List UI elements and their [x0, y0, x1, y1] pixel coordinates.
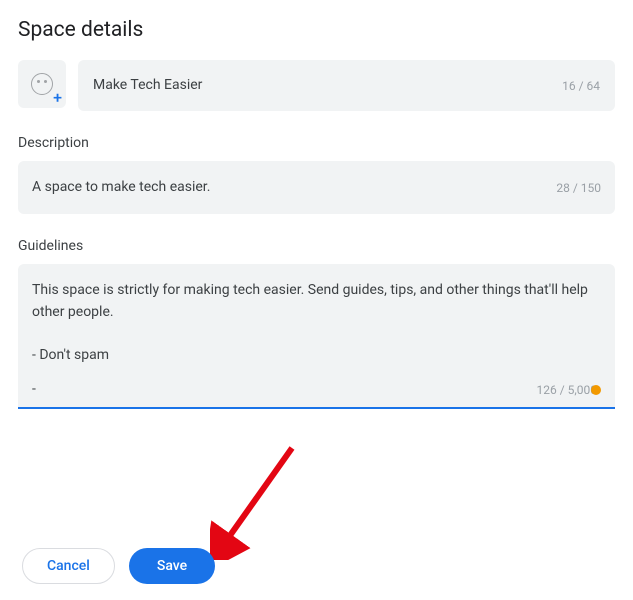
cancel-button[interactable]: Cancel — [22, 548, 115, 584]
guidelines-value: This space is strictly for making tech e… — [32, 280, 601, 367]
space-name-char-count: 16 / 64 — [562, 79, 600, 93]
description-label: Description — [18, 135, 615, 151]
save-button[interactable]: Save — [129, 548, 215, 584]
guidelines-char-count: 126 / 5,000 — [537, 383, 597, 397]
smiley-icon — [31, 73, 53, 95]
cursor-indicator-icon — [591, 385, 601, 395]
page-title: Space details — [18, 18, 615, 42]
space-name-input[interactable]: Make Tech Easier 16 / 64 — [78, 60, 615, 111]
button-bar: Cancel Save — [22, 548, 215, 584]
emoji-picker-button[interactable]: + — [18, 60, 66, 108]
guidelines-label: Guidelines — [18, 238, 615, 254]
guidelines-cursor-line: - — [32, 381, 36, 397]
annotation-arrow-icon — [210, 440, 300, 560]
description-value: A space to make tech easier. — [32, 177, 548, 198]
guidelines-input[interactable]: This space is strictly for making tech e… — [18, 264, 615, 409]
description-char-count: 28 / 150 — [556, 181, 601, 195]
plus-icon: + — [53, 90, 62, 106]
description-input[interactable]: A space to make tech easier. 28 / 150 — [18, 161, 615, 214]
name-row: + Make Tech Easier 16 / 64 — [18, 60, 615, 111]
space-name-value: Make Tech Easier — [93, 75, 554, 96]
